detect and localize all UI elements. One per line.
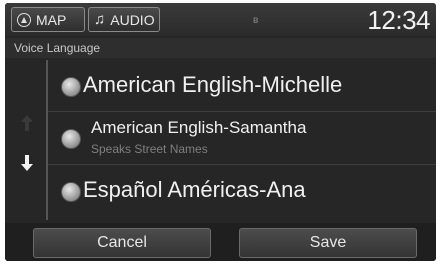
cancel-button[interactable]: Cancel: [33, 228, 211, 258]
audio-button-label: AUDIO: [110, 11, 155, 28]
map-button-label: MAP: [36, 11, 67, 28]
option-label: Español Américas-Ana: [83, 177, 306, 202]
clock: 12:34: [367, 5, 430, 35]
list-item[interactable]: American English-Samantha Speaks Street …: [48, 112, 436, 165]
map-button[interactable]: MAP: [11, 7, 85, 32]
section-title: Voice Language: [5, 38, 436, 58]
option-label: American English-Michelle: [83, 72, 343, 97]
radio-button[interactable]: [61, 77, 81, 97]
music-note-icon: ♫: [94, 11, 106, 28]
scroll-up-icon[interactable]: [19, 113, 35, 133]
radio-button[interactable]: [61, 129, 81, 149]
bluetooth-icon: ʙ: [253, 15, 259, 26]
scroll-down-icon[interactable]: [19, 153, 35, 173]
voice-language-list: American English-Michelle American Engli…: [46, 60, 436, 220]
footer: Cancel Save: [5, 223, 436, 261]
option-label: American English-Samantha: [91, 118, 307, 137]
list-item[interactable]: American English-Michelle: [48, 60, 436, 112]
save-button[interactable]: Save: [239, 228, 417, 258]
navigation-arrow-icon: [17, 12, 31, 27]
list-item[interactable]: Español Américas-Ana: [48, 165, 436, 220]
audio-button[interactable]: ♫ AUDIO: [88, 7, 160, 32]
top-bar: MAP ♫ AUDIO ʙ 12:34: [5, 3, 436, 36]
navigation-screen: MAP ♫ AUDIO ʙ 12:34 Voice Language Ameri…: [5, 3, 436, 261]
option-sublabel: Speaks Street Names: [91, 142, 208, 156]
radio-button[interactable]: [61, 182, 81, 202]
